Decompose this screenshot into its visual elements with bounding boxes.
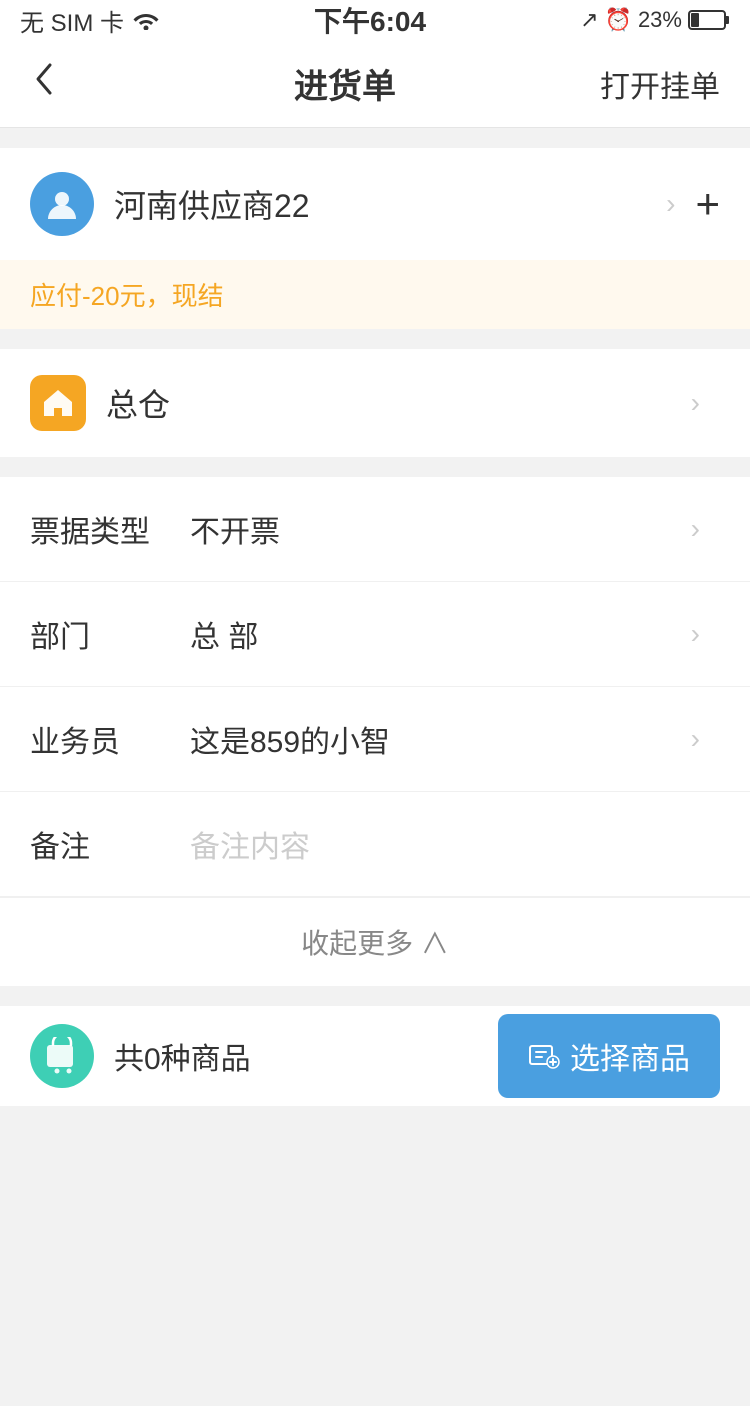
open-pending-button[interactable]: 打开挂单 xyxy=(600,62,720,106)
battery-text: 23% xyxy=(638,7,682,33)
department-value: 总 部 xyxy=(190,612,691,656)
battery-icon xyxy=(688,9,730,31)
department-label: 部门 xyxy=(30,612,170,656)
wifi-icon xyxy=(132,10,160,30)
cart-icon xyxy=(43,1037,81,1075)
warehouse-chevron-icon: › xyxy=(691,387,700,419)
status-left: 无 SIM 卡 xyxy=(20,3,160,38)
supplier-name: 河南供应商22 xyxy=(114,181,666,227)
bottom-bar: 共0种商品 选择商品 xyxy=(0,1006,750,1106)
remark-row[interactable]: 备注 备注内容 xyxy=(0,792,750,897)
salesperson-value: 这是859的小智 xyxy=(190,717,691,761)
salesperson-row[interactable]: 业务员 这是859的小智 › xyxy=(0,687,750,792)
back-button[interactable] xyxy=(30,57,90,110)
page-title: 进货单 xyxy=(294,59,396,108)
location-icon: ↗ xyxy=(580,7,598,33)
select-product-icon xyxy=(528,1040,560,1072)
department-chevron-icon: › xyxy=(691,618,700,650)
department-row[interactable]: 部门 总 部 › xyxy=(0,582,750,687)
product-icon xyxy=(30,1024,94,1088)
salesperson-label: 业务员 xyxy=(30,717,170,761)
alert-banner: 应付-20元，现结 xyxy=(0,260,750,329)
status-right: ↗ ⏰ 23% xyxy=(580,7,730,33)
salesperson-chevron-icon: › xyxy=(691,723,700,755)
remark-placeholder: 备注内容 xyxy=(190,822,720,866)
supplier-chevron-icon: › xyxy=(666,188,675,220)
select-product-label: 选择商品 xyxy=(570,1034,690,1078)
warehouse-icon xyxy=(30,375,86,431)
empty-space xyxy=(0,1106,750,1406)
signal-text: 无 SIM 卡 xyxy=(20,3,124,38)
warehouse-section: 总仓 › xyxy=(0,349,750,457)
home-icon xyxy=(41,386,75,420)
remark-label: 备注 xyxy=(30,822,170,866)
add-supplier-button[interactable]: + xyxy=(695,183,720,225)
supplier-row[interactable]: 河南供应商22 › + xyxy=(0,148,750,260)
status-time: 下午6:04 xyxy=(314,0,426,40)
invoice-type-chevron-icon: › xyxy=(691,513,700,545)
invoice-type-value: 不开票 xyxy=(190,507,691,551)
alarm-icon: ⏰ xyxy=(605,7,632,33)
product-count: 共0种商品 xyxy=(114,1034,498,1078)
select-product-button[interactable]: 选择商品 xyxy=(498,1014,720,1098)
collapse-button[interactable]: 收起更多 ∧ xyxy=(0,897,750,986)
invoice-type-label: 票据类型 xyxy=(30,507,170,551)
supplier-section: 河南供应商22 › + 应付-20元，现结 xyxy=(0,148,750,329)
nav-bar: 进货单 打开挂单 xyxy=(0,40,750,128)
gap-1 xyxy=(0,128,750,148)
alert-text: 应付-20元，现结 xyxy=(30,281,224,311)
form-section: 票据类型 不开票 › 部门 总 部 › 业务员 这是859的小智 › 备注 备注… xyxy=(0,477,750,986)
user-icon xyxy=(43,185,81,223)
status-bar: 无 SIM 卡 下午6:04 ↗ ⏰ 23% xyxy=(0,0,750,40)
warehouse-name: 总仓 xyxy=(106,380,691,426)
invoice-type-row[interactable]: 票据类型 不开票 › xyxy=(0,477,750,582)
supplier-avatar xyxy=(30,172,94,236)
warehouse-row[interactable]: 总仓 › xyxy=(0,349,750,457)
